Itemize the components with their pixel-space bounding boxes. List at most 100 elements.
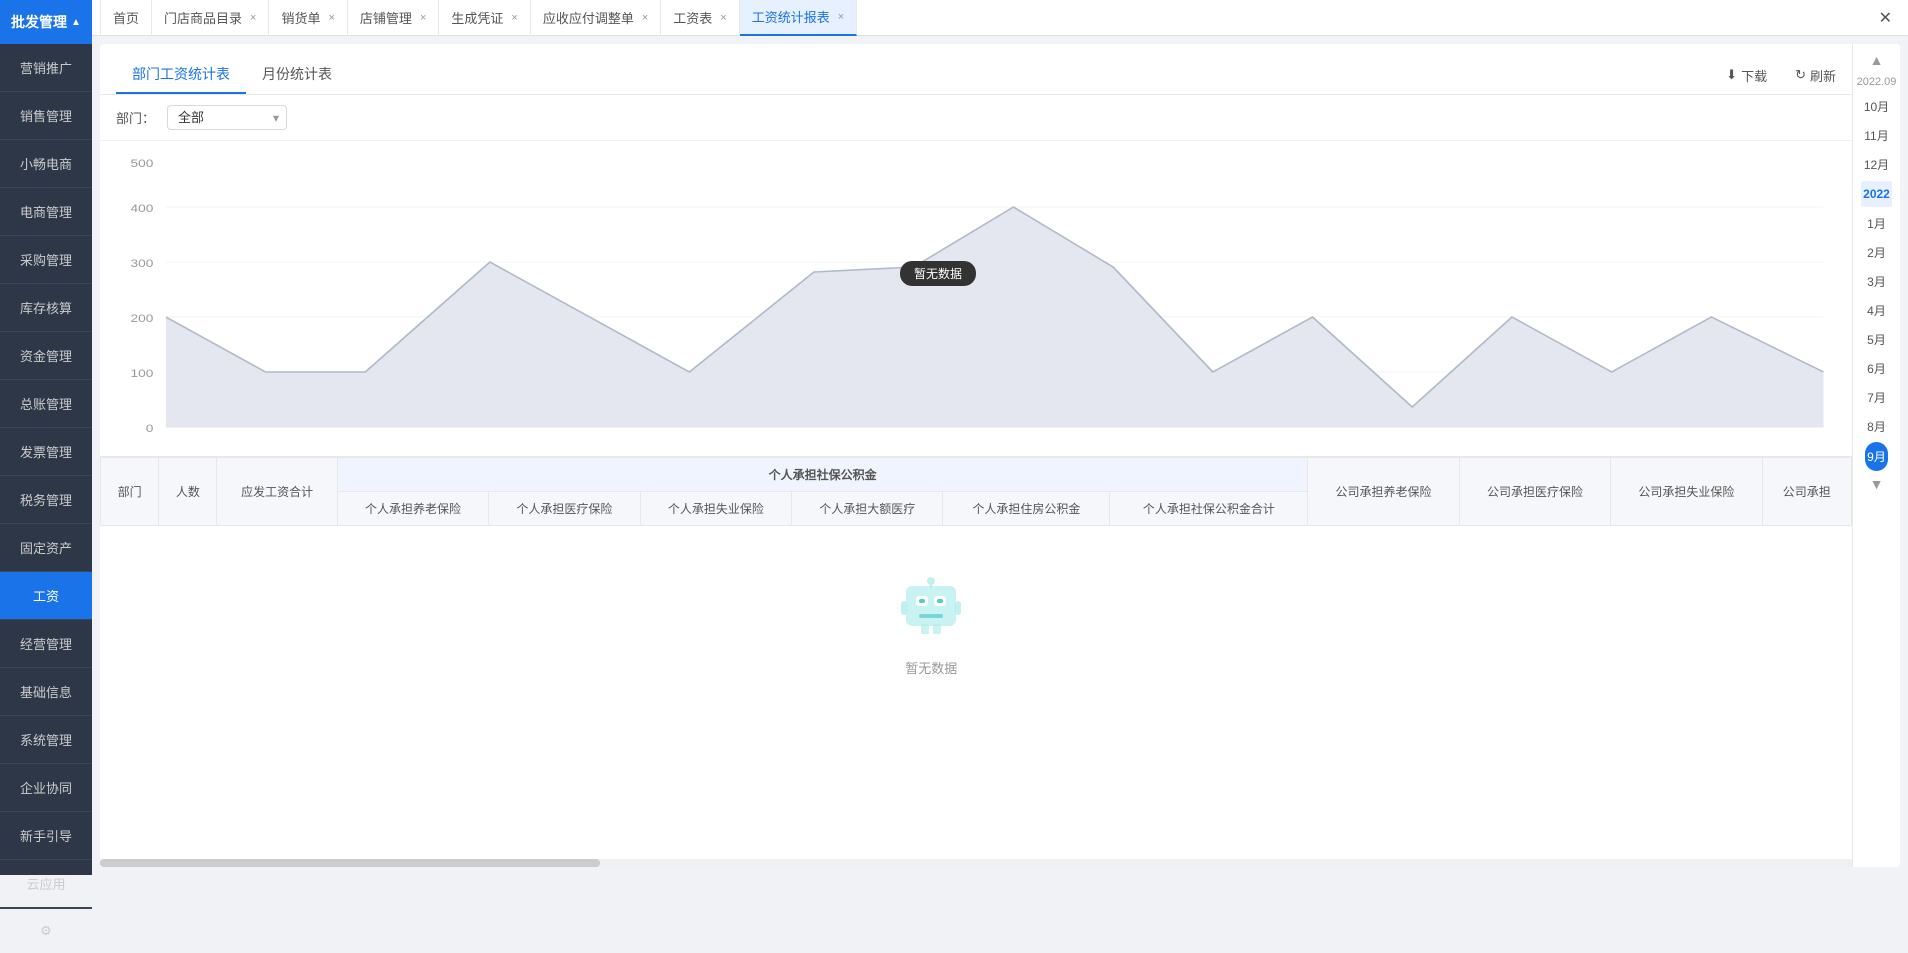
sidebar-item-ecommerce[interactable]: 电商管理 <box>0 188 92 236</box>
content-area: 部门工资统计表月份统计表 ⬇ 下载 ↻ 刷新 部门： 全部销售部 <box>100 44 1900 867</box>
date-panel: ▲ 2022.09 10月11月12月20221月2月3月4月5月6月7月8月9… <box>1852 44 1900 867</box>
tab-salary-report[interactable]: 工资统计报表× <box>740 0 857 36</box>
tab-close-store-catalog[interactable]: × <box>250 12 256 24</box>
scrollbar-area[interactable] <box>100 859 1852 867</box>
tab-produce-cert[interactable]: 生成凭证× <box>439 0 530 36</box>
tab-label-store-mgmt: 店铺管理 <box>360 8 412 27</box>
refresh-button[interactable]: ↻ 刷新 <box>1795 66 1836 85</box>
svg-text:300: 300 <box>131 257 154 269</box>
tab-label-salary-table: 工资表 <box>673 8 712 27</box>
toolbar: ⬇ 下载 ↻ 刷新 <box>1726 66 1836 85</box>
date-nav-up[interactable]: ▲ <box>1866 48 1888 72</box>
col-dept: 部门 <box>101 458 159 526</box>
no-data-tooltip: 暂无数据 <box>900 261 976 286</box>
tab-ar-ap[interactable]: 应收应付调整单× <box>531 0 661 36</box>
tab-bar: 首页门店商品目录×销货单×店铺管理×生成凭证×应收应付调整单×工资表×工资统计报… <box>92 0 1908 36</box>
col-personal-pension: 个人承担养老保险 <box>337 492 488 526</box>
data-table: 部门 人数 应发工资合计 个人承担社保公积金 公司承担养老保险 公司承担医疗保险… <box>100 457 1852 717</box>
tab-close-sales-order[interactable]: × <box>328 12 334 24</box>
sidebar-item-marketing[interactable]: 营销推广 <box>0 44 92 92</box>
tab-close-store-mgmt[interactable]: × <box>420 12 426 24</box>
date-month-3[interactable]: 3月 <box>1861 267 1892 296</box>
tab-close-salary-report[interactable]: × <box>838 11 844 23</box>
tab-close-ar-ap[interactable]: × <box>642 12 648 24</box>
empty-icon <box>891 566 971 646</box>
sidebar-item-accounting[interactable]: 总账管理 <box>0 380 92 428</box>
date-month-8[interactable]: 8月 <box>1861 412 1892 441</box>
col-personal-major-medical: 个人承担大额医疗 <box>792 492 943 526</box>
dept-filter-wrap: 全部销售部财务部人事部技术部 <box>167 105 287 130</box>
sidebar-item-guide[interactable]: 新手引导 <box>0 812 92 860</box>
sidebar-item-tax[interactable]: 税务管理 <box>0 476 92 524</box>
date-month-5[interactable]: 5月 <box>1861 325 1892 354</box>
date-month-2[interactable]: 2月 <box>1861 238 1892 267</box>
sidebar-item-cloud[interactable]: 云应用 <box>0 860 92 908</box>
sidebar-item-operations[interactable]: 经营管理 <box>0 620 92 668</box>
date-month-6[interactable]: 6月 <box>1861 354 1892 383</box>
tab-home[interactable]: 首页 <box>100 0 152 36</box>
scrollbar-thumb <box>100 859 600 867</box>
sidebar-item-fixed-assets[interactable]: 固定资产 <box>0 524 92 572</box>
tab-bar-right: ✕ <box>1871 8 1900 28</box>
tabs-container: 首页门店商品目录×销货单×店铺管理×生成凭证×应收应付调整单×工资表×工资统计报… <box>100 0 857 36</box>
sidebar-item-salary[interactable]: 工资 <box>0 572 92 620</box>
download-button[interactable]: ⬇ 下载 <box>1726 66 1767 85</box>
date-year-label: 2022 <box>1861 181 1892 207</box>
sidebar-item-sales[interactable]: 销售管理 <box>0 92 92 140</box>
sidebar-item-purchase[interactable]: 采购管理 <box>0 236 92 284</box>
sidebar-item-inventory[interactable]: 库存核算 <box>0 284 92 332</box>
col-company-other: 公司承担 <box>1762 458 1851 526</box>
sub-tab-bar: 部门工资统计表月份统计表 ⬇ 下载 ↻ 刷新 <box>100 44 1852 95</box>
sidebar-item-enterprise[interactable]: 企业协同 <box>0 764 92 812</box>
tab-store-catalog[interactable]: 门店商品目录 × <box>152 0 269 36</box>
tab-store-mgmt[interactable]: 店铺管理 × <box>348 0 439 36</box>
svg-text:400: 400 <box>131 202 154 214</box>
sub-tab-month-stat[interactable]: 月份统计表 <box>246 56 348 94</box>
svg-text:100: 100 <box>131 367 154 379</box>
sub-tab-dept-stat[interactable]: 部门工资统计表 <box>116 56 246 94</box>
chart-svg: 0 100 200 300 400 500 <box>116 157 1836 437</box>
refresh-icon: ↻ <box>1795 67 1806 83</box>
sidebar: 批发管理 ▲ 营销推广销售管理小畅电商电商管理采购管理库存核算资金管理总账管理发… <box>0 0 92 875</box>
main-area: 首页门店商品目录×销货单×店铺管理×生成凭证×应收应付调整单×工资表×工资统计报… <box>92 0 1908 875</box>
tab-sales-order[interactable]: 销货单 × <box>269 0 347 36</box>
date-nav-down[interactable]: ▼ <box>1866 472 1888 496</box>
main-content: 部门工资统计表月份统计表 ⬇ 下载 ↻ 刷新 部门： 全部销售部 <box>100 44 1852 867</box>
date-month-1[interactable]: 1月 <box>1861 209 1892 238</box>
tab-salary-table[interactable]: 工资表 × <box>661 0 739 36</box>
sidebar-item-ecommerce-small[interactable]: 小畅电商 <box>0 140 92 188</box>
tab-close-salary-table[interactable]: × <box>720 12 726 24</box>
date-month-11[interactable]: 11月 <box>1861 121 1892 150</box>
date-month-10[interactable]: 10月 <box>1861 92 1892 121</box>
chart-area: 0 100 200 300 400 500 <box>100 141 1852 456</box>
col-company-unemployment: 公司承担失业保险 <box>1611 458 1762 526</box>
empty-label: 暂无数据 <box>905 658 957 677</box>
tab-label-sales-order: 销货单 <box>281 8 320 27</box>
sidebar-item-system[interactable]: 系统管理 <box>0 716 92 764</box>
sidebar-item-finance[interactable]: 资金管理 <box>0 332 92 380</box>
sidebar-title-label: 批发管理 <box>11 12 67 32</box>
svg-text:500: 500 <box>131 157 154 169</box>
date-month-active[interactable]: 9月 <box>1865 442 1888 471</box>
empty-row: 暂无数据 <box>101 526 1852 718</box>
svg-text:0: 0 <box>146 422 154 434</box>
sidebar-item-invoice[interactable]: 发票管理 <box>0 428 92 476</box>
col-count: 人数 <box>159 458 217 526</box>
tab-close-produce-cert[interactable]: × <box>511 12 517 24</box>
sidebar-title[interactable]: 批发管理 ▲ <box>0 0 92 44</box>
date-month-7[interactable]: 7月 <box>1861 383 1892 412</box>
svg-text:200: 200 <box>131 312 154 324</box>
table-area[interactable]: 部门 人数 应发工资合计 个人承担社保公积金 公司承担养老保险 公司承担医疗保险… <box>100 456 1852 859</box>
col-salary-total: 应发工资合计 <box>217 458 337 526</box>
sidebar-item-basic-info[interactable]: 基础信息 <box>0 668 92 716</box>
date-month-4[interactable]: 4月 <box>1861 296 1892 325</box>
sidebar-items: 营销推广销售管理小畅电商电商管理采购管理库存核算资金管理总账管理发票管理税务管理… <box>0 44 92 908</box>
col-company-pension: 公司承担养老保险 <box>1308 458 1459 526</box>
dept-filter-select[interactable]: 全部销售部财务部人事部技术部 <box>167 105 287 130</box>
date-month-12[interactable]: 12月 <box>1861 150 1892 179</box>
tab-label-home: 首页 <box>113 8 139 27</box>
tab-bar-close-icon[interactable]: ✕ <box>1871 8 1900 28</box>
tab-label-store-catalog: 门店商品目录 <box>164 8 242 27</box>
sidebar-settings[interactable]: ⚙ <box>0 908 92 953</box>
filter-row: 部门： 全部销售部财务部人事部技术部 <box>100 95 1852 141</box>
